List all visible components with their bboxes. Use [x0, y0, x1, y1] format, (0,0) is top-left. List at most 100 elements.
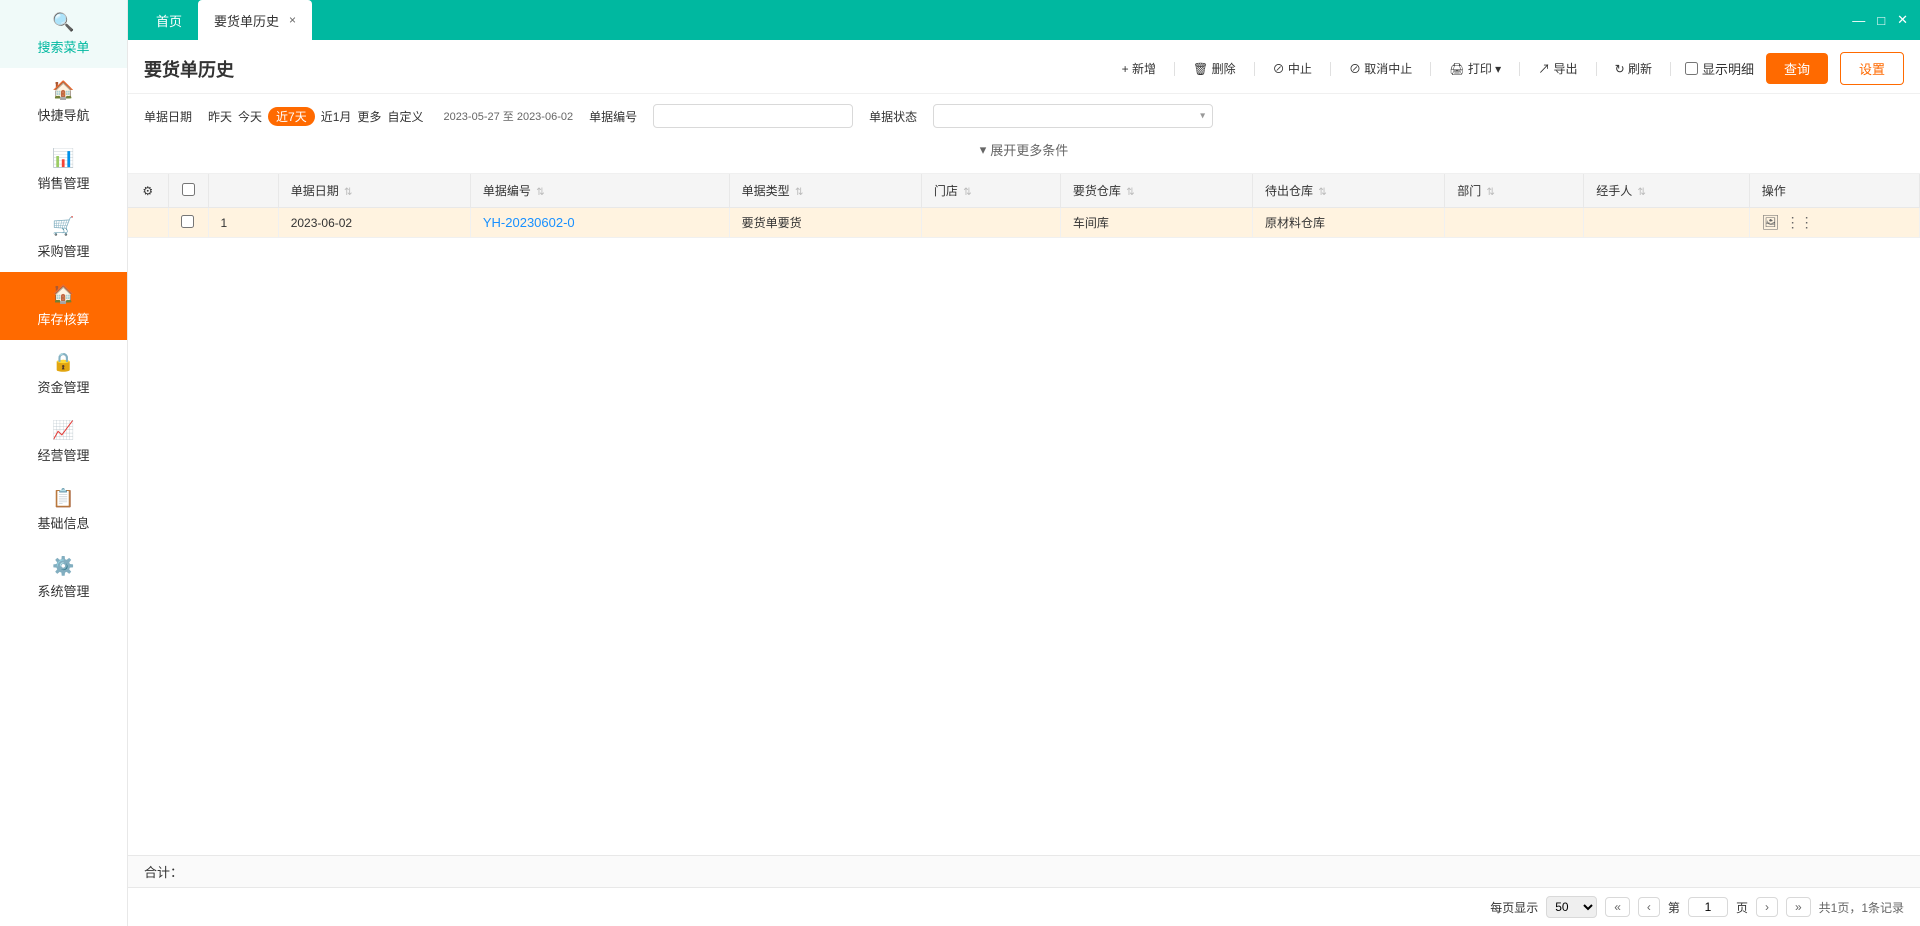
- td-checkbox: [168, 208, 208, 238]
- filter-row-1: 单据日期 昨天 今天 近7天 近1月 更多 自定义 2023-05-27 至 2…: [144, 104, 1904, 128]
- new-button[interactable]: + 新增: [1118, 58, 1160, 79]
- table-row: 1 2023-06-02 YH-20230602-0 要货单要货 车间库 原材料…: [128, 208, 1920, 238]
- sidebar-item-search-menu[interactable]: 🔍 搜索菜单: [0, 0, 127, 68]
- shortcut-1month[interactable]: 近1月: [321, 108, 352, 125]
- th-settings[interactable]: ⚙: [128, 174, 168, 208]
- sidebar-item-ops-mgmt[interactable]: 📈 经营管理: [0, 408, 127, 476]
- divider: [1670, 62, 1671, 76]
- sidebar-item-label: 经营管理: [37, 445, 89, 464]
- doc-no-input[interactable]: [653, 104, 853, 128]
- per-page-label: 每页显示: [1490, 899, 1538, 916]
- page-input[interactable]: [1688, 897, 1728, 917]
- doc-no-link[interactable]: YH-20230602-0: [483, 215, 575, 230]
- show-detail-input[interactable]: [1685, 62, 1698, 75]
- th-doc-type[interactable]: 单据类型 ⇅: [729, 174, 921, 208]
- divider: [1430, 62, 1431, 76]
- th-doc-no[interactable]: 单据编号 ⇅: [470, 174, 729, 208]
- sidebar-item-sales-mgmt[interactable]: 📊 销售管理: [0, 136, 127, 204]
- th-operation: 操作: [1749, 174, 1919, 208]
- tab-active[interactable]: 要货单历史 ×: [198, 0, 312, 40]
- last-page-button[interactable]: »: [1786, 897, 1811, 917]
- th-req-warehouse[interactable]: 要货仓库 ⇅: [1060, 174, 1252, 208]
- page-label: 第: [1668, 899, 1680, 916]
- td-doc-type: 要货单要货: [729, 208, 921, 238]
- row-checkbox[interactable]: [181, 215, 194, 228]
- td-store: [921, 208, 1060, 238]
- td-settings: [128, 208, 168, 238]
- show-detail-label: 显示明细: [1702, 59, 1754, 78]
- row-more-button[interactable]: ⋮⋮: [1786, 214, 1814, 231]
- page-suffix: 页: [1736, 899, 1748, 916]
- refresh-button[interactable]: ↻ 刷新: [1611, 58, 1656, 79]
- date-range: 2023-05-27 至 2023-06-02: [443, 108, 573, 124]
- status-select[interactable]: [933, 104, 1213, 128]
- tab-home-label: 首页: [156, 11, 182, 30]
- window-max-button[interactable]: □: [1877, 13, 1885, 28]
- sidebar-item-sys-mgmt[interactable]: ⚙️ 系统管理: [0, 544, 127, 612]
- sidebar-item-quick-nav[interactable]: 🏠 快捷导航: [0, 68, 127, 136]
- td-doc-no: YH-20230602-0: [470, 208, 729, 238]
- th-store[interactable]: 门店 ⇅: [921, 174, 1060, 208]
- export-button[interactable]: ↗ 导出: [1534, 58, 1581, 79]
- content: 要货单历史 + 新增 🗑 删除 ⊘ 中止 ⊘ 取消中止 🖨 打印 ▾ ↗ 导出 …: [128, 40, 1920, 926]
- th-pending-warehouse[interactable]: 待出仓库 ⇅: [1253, 174, 1445, 208]
- status-label: 单据状态: [869, 108, 917, 125]
- print-button[interactable]: 🖨 打印 ▾: [1445, 58, 1505, 79]
- td-pending-warehouse: 原材料仓库: [1253, 208, 1445, 238]
- filter-area: 单据日期 昨天 今天 近7天 近1月 更多 自定义 2023-05-27 至 2…: [128, 94, 1920, 174]
- divider: [1519, 62, 1520, 76]
- th-checkbox: [168, 174, 208, 208]
- td-req-warehouse: 车间库: [1060, 208, 1252, 238]
- table-header-row: ⚙ 单据日期 ⇅ 单据编号 ⇅ 单据类型 ⇅ 门店 ⇅ 要货仓库 ⇅ 待出仓库 …: [128, 174, 1920, 208]
- th-handler[interactable]: 经手人 ⇅: [1584, 174, 1750, 208]
- window-close-button[interactable]: ✕: [1897, 12, 1908, 28]
- sidebar-item-label: 搜索菜单: [37, 37, 89, 56]
- finance-icon: 🔒: [52, 352, 74, 373]
- prev-page-button[interactable]: ‹: [1638, 897, 1660, 917]
- sidebar-item-purchase-mgmt[interactable]: 🛒 采购管理: [0, 204, 127, 272]
- topbar-window-actions: — □ ✕: [1852, 12, 1908, 28]
- show-detail-checkbox[interactable]: 显示明细: [1685, 59, 1754, 78]
- row-view-button[interactable]: 🖼: [1762, 214, 1780, 231]
- basic-info-icon: 📋: [52, 488, 74, 509]
- expand-more-btn[interactable]: ▾ 展开更多条件: [144, 136, 1904, 163]
- table-area: ⚙ 单据日期 ⇅ 单据编号 ⇅ 单据类型 ⇅ 门店 ⇅ 要货仓库 ⇅ 待出仓库 …: [128, 174, 1920, 855]
- page-size-select[interactable]: 50 100: [1546, 896, 1597, 918]
- next-page-button[interactable]: ›: [1756, 897, 1778, 917]
- main-area: 首页 要货单历史 × — □ ✕ 要货单历史 + 新增 🗑 删除 ⊘ 中止 ⊘ …: [128, 0, 1920, 926]
- shortcut-custom[interactable]: 自定义: [387, 108, 423, 125]
- pagination: 每页显示 50 100 « ‹ 第 页 › » 共1页，1条记录: [128, 887, 1920, 926]
- sidebar-item-basic-info[interactable]: 📋 基础信息: [0, 476, 127, 544]
- stop-button[interactable]: ⊘ 中止: [1269, 58, 1316, 79]
- th-date[interactable]: 单据日期 ⇅: [278, 174, 470, 208]
- divider: [1254, 62, 1255, 76]
- shortcut-yesterday[interactable]: 昨天: [208, 108, 232, 125]
- date-shortcuts: 昨天 今天 近7天 近1月 更多 自定义: [208, 107, 423, 126]
- tab-home[interactable]: 首页: [140, 0, 198, 40]
- shortcut-7days[interactable]: 近7天: [268, 107, 315, 126]
- delete-button[interactable]: 🗑 删除: [1189, 58, 1240, 79]
- first-page-button[interactable]: «: [1605, 897, 1630, 917]
- td-seq: 1: [208, 208, 278, 238]
- page-header: 要货单历史 + 新增 🗑 删除 ⊘ 中止 ⊘ 取消中止 🖨 打印 ▾ ↗ 导出 …: [128, 40, 1920, 94]
- td-date: 2023-06-02: [278, 208, 470, 238]
- settings-button[interactable]: 设置: [1840, 52, 1904, 85]
- th-department[interactable]: 部门 ⇅: [1445, 174, 1584, 208]
- doc-no-label: 单据编号: [589, 108, 637, 125]
- page-title: 要货单历史: [144, 56, 234, 82]
- window-min-button[interactable]: —: [1852, 13, 1865, 28]
- expand-icon: ▾: [980, 142, 987, 158]
- sidebar-item-finance-mgmt[interactable]: 🔒 资金管理: [0, 340, 127, 408]
- divider: [1596, 62, 1597, 76]
- sidebar-item-label: 销售管理: [37, 173, 89, 192]
- date-label: 单据日期: [144, 108, 192, 125]
- select-all-checkbox[interactable]: [182, 183, 195, 196]
- cancel-stop-button[interactable]: ⊘ 取消中止: [1345, 58, 1416, 79]
- sys-icon: ⚙️: [52, 556, 74, 577]
- shortcut-today[interactable]: 今天: [238, 108, 262, 125]
- tab-close-icon[interactable]: ×: [289, 13, 296, 27]
- sidebar-item-inventory[interactable]: 🏠 库存核算: [0, 272, 127, 340]
- query-button[interactable]: 查询: [1766, 53, 1828, 84]
- shortcut-more[interactable]: 更多: [357, 108, 381, 125]
- row-actions: 🖼 ⋮⋮: [1762, 214, 1907, 231]
